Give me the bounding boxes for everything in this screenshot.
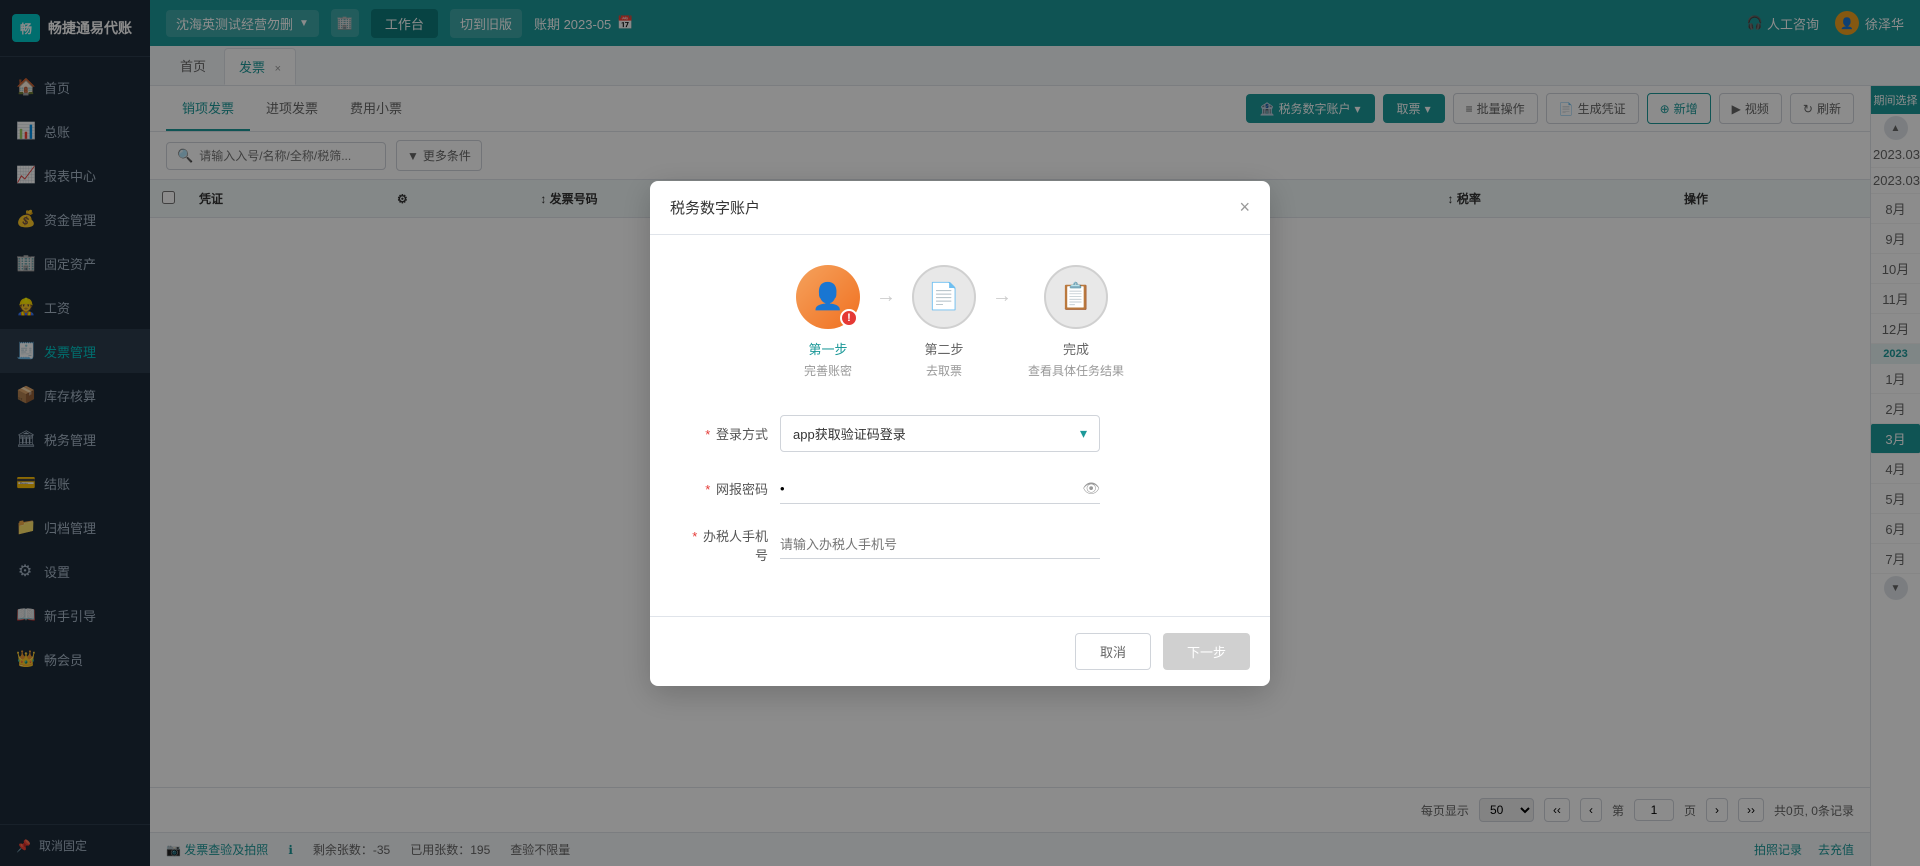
step-3-desc: 查看具体任务结果: [1028, 362, 1124, 379]
step-2: 📄 第二步 去取票: [912, 265, 976, 379]
phone-input[interactable]: [780, 531, 1100, 559]
required-star-2: *: [705, 482, 710, 497]
next-button[interactable]: 下一步: [1163, 633, 1250, 670]
login-method-value: app获取验证码登录: [793, 424, 906, 443]
step-2-label: 第二步: [924, 339, 963, 358]
password-input[interactable]: [780, 481, 1082, 496]
required-star: *: [705, 427, 710, 442]
required-star-3: *: [692, 529, 697, 544]
step-1-desc: 完善账密: [804, 362, 852, 379]
step-1-icon: 👤: [812, 281, 844, 312]
phone-label: * 办税人手机号: [690, 526, 780, 564]
select-arrow-icon: ▾: [1080, 425, 1087, 442]
step-3: 📋 完成 查看具体任务结果: [1028, 265, 1124, 379]
password-control: 👁: [780, 474, 1100, 504]
login-method-field: * 登录方式 app获取验证码登录 ▾: [690, 415, 1230, 452]
step-2-icon: 📄: [928, 281, 960, 312]
step-3-label: 完成: [1063, 339, 1089, 358]
step-2-desc: 去取票: [926, 362, 962, 379]
password-toggle-icon[interactable]: 👁: [1082, 480, 1100, 497]
step-1-badge: !: [840, 309, 858, 327]
phone-field: * 办税人手机号: [690, 526, 1230, 564]
step-1: 👤 ! 第一步 完善账密: [796, 265, 860, 379]
login-method-select[interactable]: app获取验证码登录 ▾: [780, 415, 1100, 452]
step-3-icon: 📋: [1060, 281, 1092, 312]
step-1-label: 第一步: [808, 339, 847, 358]
password-input-row: 👁: [780, 474, 1100, 504]
step-arrow-1: →: [876, 265, 896, 308]
login-method-control: app获取验证码登录 ▾: [780, 415, 1100, 452]
password-label: * 网报密码: [690, 479, 780, 498]
modal-body: 👤 ! 第一步 完善账密 → 📄 第二步 去取票 →: [650, 235, 1270, 616]
password-field: * 网报密码 👁: [690, 474, 1230, 504]
step-arrow-2: →: [992, 265, 1012, 308]
modal-overlay[interactable]: 税务数字账户 × 👤 ! 第一步 完善账密 →: [0, 0, 1920, 866]
steps-container: 👤 ! 第一步 完善账密 → 📄 第二步 去取票 →: [690, 265, 1230, 379]
login-method-label: * 登录方式: [690, 424, 780, 443]
cancel-button[interactable]: 取消: [1075, 633, 1151, 670]
modal-footer: 取消 下一步: [650, 616, 1270, 686]
step-3-circle: 📋: [1044, 265, 1108, 329]
modal-title: 税务数字账户: [670, 197, 760, 218]
tax-account-modal: 税务数字账户 × 👤 ! 第一步 完善账密 →: [650, 181, 1270, 686]
step-1-circle: 👤 !: [796, 265, 860, 329]
modal-header: 税务数字账户 ×: [650, 181, 1270, 235]
phone-control: [780, 531, 1100, 559]
modal-close-button[interactable]: ×: [1239, 198, 1250, 216]
step-2-circle: 📄: [912, 265, 976, 329]
